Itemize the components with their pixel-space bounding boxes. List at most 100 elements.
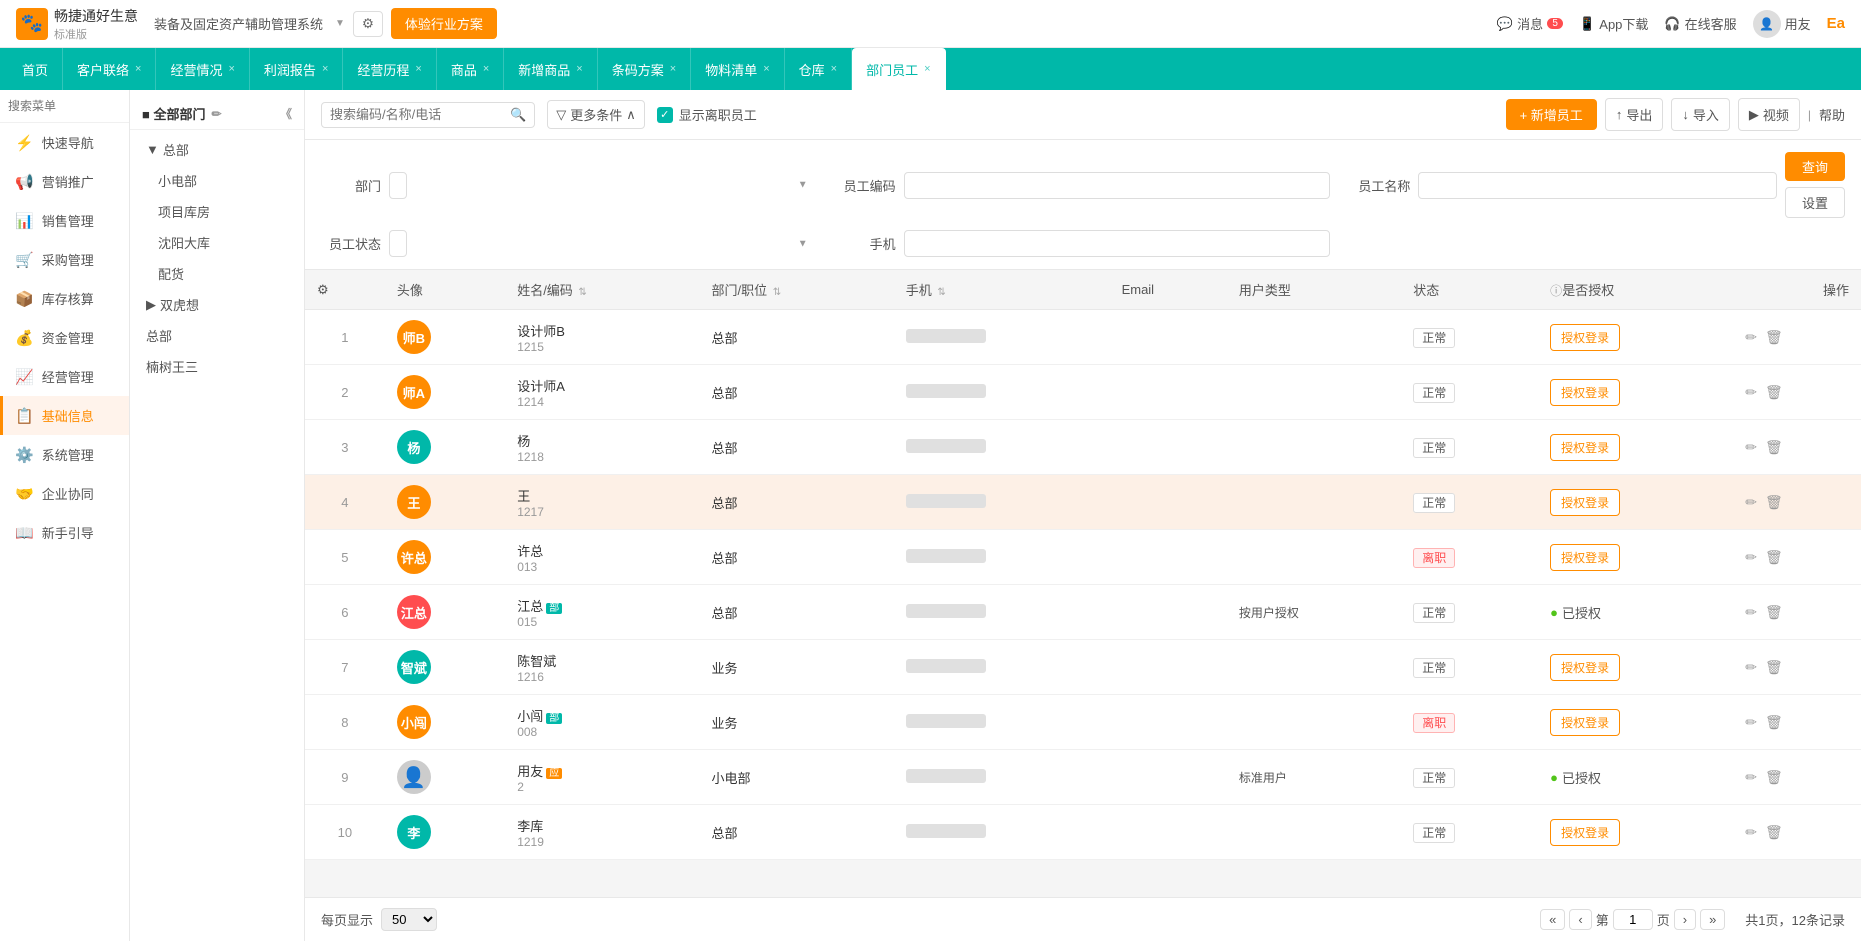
- next-page-button[interactable]: ›: [1674, 909, 1696, 930]
- edit-icon[interactable]: ✏: [1745, 494, 1757, 511]
- sidebar-item-guide[interactable]: 📖 新手引导: [0, 513, 129, 552]
- auth-login-button[interactable]: 授权登录: [1550, 434, 1620, 461]
- auth-login-button[interactable]: 授权登录: [1550, 489, 1620, 516]
- dept-item-xiaodian[interactable]: 小电部: [130, 165, 304, 196]
- auth-login-button[interactable]: 授权登录: [1550, 379, 1620, 406]
- last-page-button[interactable]: »: [1700, 909, 1725, 930]
- delete-icon[interactable]: 🗑: [1765, 714, 1783, 731]
- dept-item-headquarters-parent[interactable]: ▼ 总部: [130, 134, 304, 165]
- help-label[interactable]: 帮助: [1819, 105, 1845, 124]
- message-icon-item[interactable]: 💬 消息 5: [1497, 14, 1563, 33]
- tab-home[interactable]: 首页: [8, 48, 63, 90]
- sort-icon[interactable]: ⇅: [578, 287, 586, 298]
- sidebar-item-inventory[interactable]: 📦 库存核算: [0, 279, 129, 318]
- sys-title-dropdown[interactable]: ▼: [335, 18, 345, 29]
- export-button[interactable]: ↑ 导出: [1605, 98, 1664, 131]
- query-button[interactable]: 查询: [1785, 152, 1845, 181]
- show-resigned-checkbox[interactable]: ✓: [657, 107, 673, 123]
- sidebar-item-sales[interactable]: 📊 销售管理: [0, 201, 129, 240]
- delete-icon[interactable]: 🗑: [1765, 494, 1783, 511]
- delete-icon[interactable]: 🗑: [1765, 439, 1783, 456]
- sidebar-item-management[interactable]: 📈 经营管理: [0, 357, 129, 396]
- delete-icon[interactable]: 🗑: [1765, 384, 1783, 401]
- sidebar-search-input[interactable]: [8, 99, 130, 113]
- auth-login-button[interactable]: 授权登录: [1550, 324, 1620, 351]
- edit-icon[interactable]: ✏: [1745, 329, 1757, 346]
- show-resigned-toggle[interactable]: ✓ 显示离职员工: [657, 105, 757, 124]
- filter-empcode-input[interactable]: [904, 172, 1331, 199]
- sidebar-item-system[interactable]: ⚙️ 系统管理: [0, 435, 129, 474]
- auth-login-button[interactable]: 授权登录: [1550, 654, 1620, 681]
- dept-item-shuanghu[interactable]: ▶ 双虎想: [130, 289, 304, 320]
- tab-close-icon[interactable]: ×: [924, 63, 930, 75]
- tab-barcode[interactable]: 条码方案 ×: [598, 48, 691, 90]
- dept-item-project[interactable]: 项目库房: [130, 196, 304, 227]
- page-number-input[interactable]: [1613, 909, 1653, 930]
- more-filter-btn[interactable]: ▽ 更多条件 ∧: [547, 100, 645, 129]
- delete-icon[interactable]: 🗑: [1765, 824, 1783, 841]
- dept-item-delivery[interactable]: 配货: [130, 258, 304, 289]
- edit-icon[interactable]: ✏: [1745, 439, 1757, 456]
- filter-phone-input[interactable]: [904, 230, 1331, 257]
- edit-icon[interactable]: ✏: [1745, 769, 1757, 786]
- edit-icon[interactable]: ✏: [1745, 549, 1757, 566]
- filter-empstatus-select[interactable]: [389, 230, 407, 257]
- delete-icon[interactable]: 🗑: [1765, 329, 1783, 346]
- delete-icon[interactable]: 🗑: [1765, 604, 1783, 621]
- auth-login-button[interactable]: 授权登录: [1550, 819, 1620, 846]
- import-button[interactable]: ↓ 导入: [1671, 98, 1730, 131]
- sidebar-item-basic[interactable]: 📋 基础信息: [0, 396, 129, 435]
- edit-icon[interactable]: ✏: [1745, 659, 1757, 676]
- auth-login-button[interactable]: 授权登录: [1550, 709, 1620, 736]
- tab-close-icon[interactable]: ×: [831, 63, 837, 75]
- edit-icon[interactable]: ✏: [1745, 384, 1757, 401]
- auth-login-button[interactable]: 授权登录: [1550, 544, 1620, 571]
- view-button[interactable]: ▶ 视频: [1738, 98, 1800, 131]
- tab-profit[interactable]: 利润报告 ×: [250, 48, 343, 90]
- gear-button[interactable]: ⚙: [353, 11, 383, 37]
- online-service-item[interactable]: 🎧 在线客服: [1664, 14, 1736, 33]
- dept-item-zongbu[interactable]: 总部: [130, 320, 304, 351]
- tab-close-icon[interactable]: ×: [135, 63, 141, 75]
- sort-icon[interactable]: ⇅: [773, 287, 781, 298]
- delete-icon[interactable]: 🗑: [1765, 549, 1783, 566]
- dept-item-nanshu[interactable]: 楠树王三: [130, 351, 304, 382]
- tab-operations[interactable]: 经营情况 ×: [156, 48, 249, 90]
- set-button[interactable]: 设置: [1785, 187, 1845, 218]
- tab-close-icon[interactable]: ×: [322, 63, 328, 75]
- tab-employees[interactable]: 部门员工 ×: [852, 48, 945, 90]
- delete-icon[interactable]: 🗑: [1765, 769, 1783, 786]
- filter-dept-select[interactable]: [389, 172, 407, 199]
- ea-label-item[interactable]: Ea: [1827, 15, 1845, 32]
- sidebar-item-marketing[interactable]: 📢 营销推广: [0, 162, 129, 201]
- sidebar-item-collab[interactable]: 🤝 企业协同: [0, 474, 129, 513]
- search-input[interactable]: [330, 107, 510, 122]
- tab-close-icon[interactable]: ×: [415, 63, 421, 75]
- edit-icon[interactable]: ✏: [1745, 714, 1757, 731]
- edit-icon[interactable]: ✏: [1745, 604, 1757, 621]
- tab-close-icon[interactable]: ×: [483, 63, 489, 75]
- tab-product[interactable]: 商品 ×: [437, 48, 504, 90]
- tab-close-icon[interactable]: ×: [228, 63, 234, 75]
- sidebar-item-quicknav[interactable]: ⚡ 快速导航: [0, 123, 129, 162]
- dept-item-shenyang[interactable]: 沈阳大库: [130, 227, 304, 258]
- sort-icon[interactable]: ⇅: [937, 287, 945, 298]
- tab-bom[interactable]: 物料清单 ×: [691, 48, 784, 90]
- sidebar-item-finance[interactable]: 💰 资金管理: [0, 318, 129, 357]
- tab-close-icon[interactable]: ×: [670, 63, 676, 75]
- dept-collapse-icon[interactable]: 《: [280, 105, 292, 122]
- app-download-item[interactable]: 📱 App下载: [1579, 14, 1648, 33]
- filter-empname-input[interactable]: [1418, 172, 1777, 199]
- tab-close-icon[interactable]: ×: [576, 63, 582, 75]
- trial-button[interactable]: 体验行业方案: [391, 8, 497, 39]
- tab-new-product[interactable]: 新增商品 ×: [504, 48, 597, 90]
- dept-edit-icon[interactable]: ✏: [211, 107, 221, 121]
- user-item[interactable]: 👤 用友: [1753, 10, 1811, 38]
- tab-close-icon[interactable]: ×: [763, 63, 769, 75]
- tab-warehouse[interactable]: 仓库 ×: [785, 48, 852, 90]
- page-size-select[interactable]: 50 100 200: [381, 908, 437, 931]
- sidebar-item-purchase[interactable]: 🛒 采购管理: [0, 240, 129, 279]
- tab-customer[interactable]: 客户联络 ×: [63, 48, 156, 90]
- tab-history[interactable]: 经营历程 ×: [343, 48, 436, 90]
- delete-icon[interactable]: 🗑: [1765, 659, 1783, 676]
